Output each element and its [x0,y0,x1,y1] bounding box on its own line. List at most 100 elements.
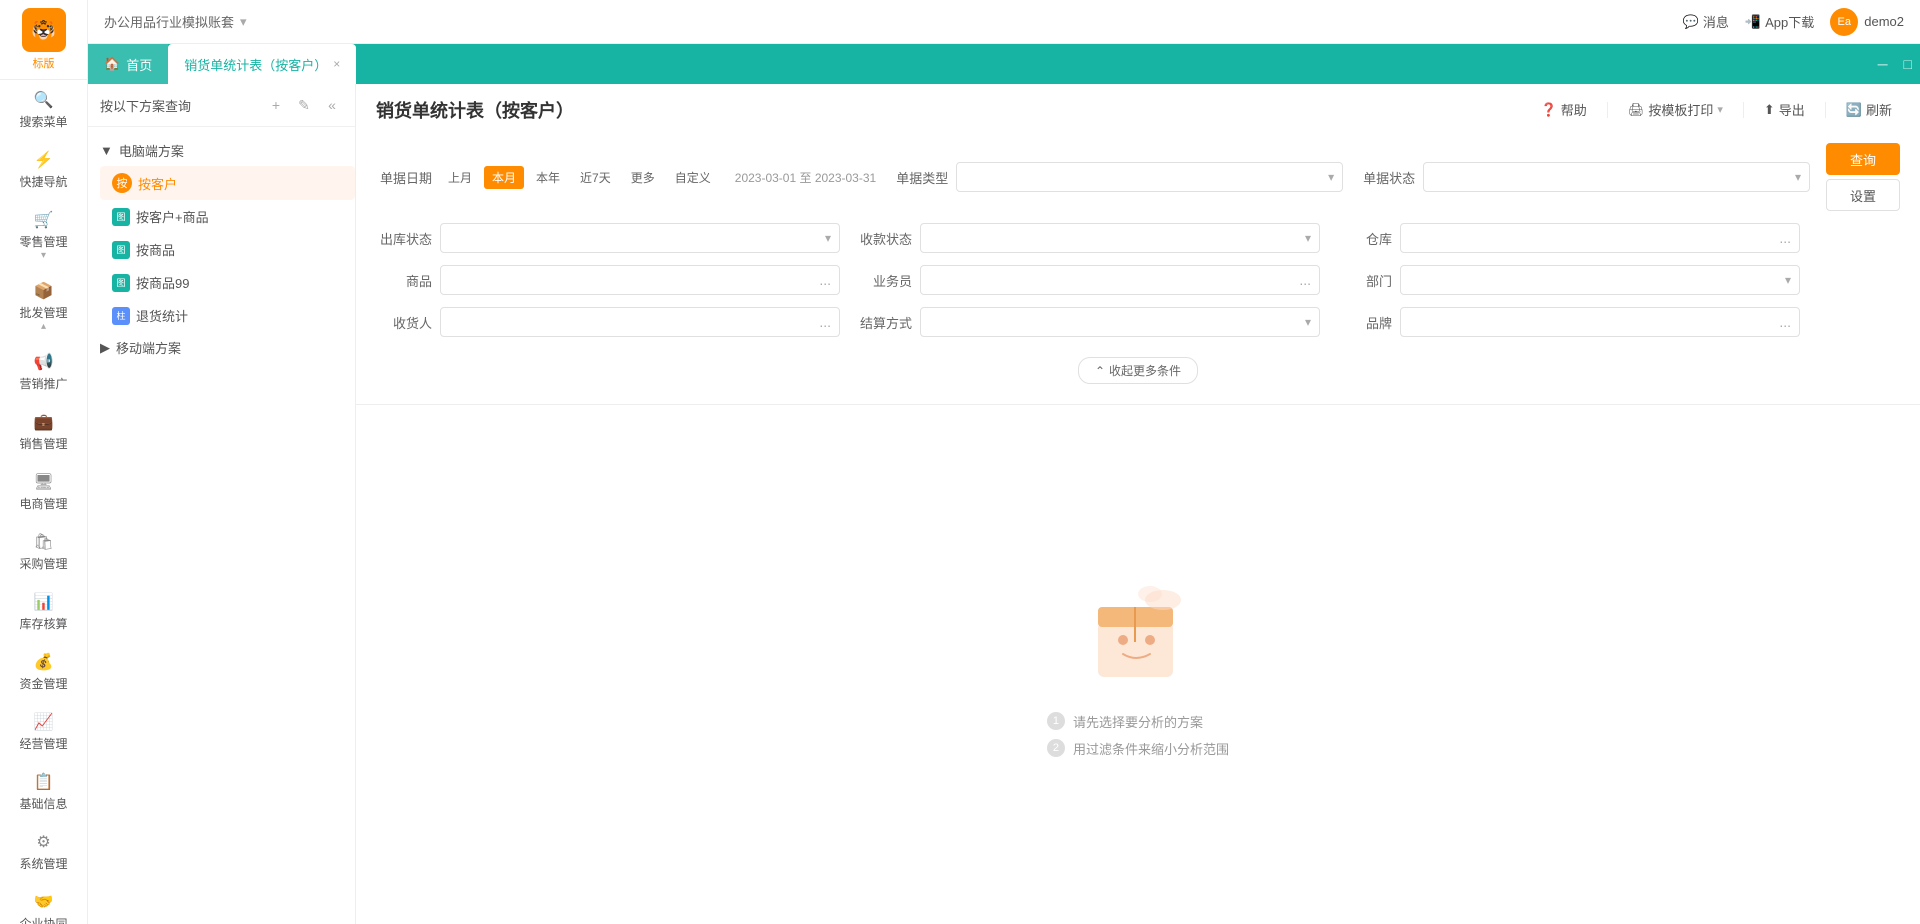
help-button[interactable]: ❓ 帮助 [1533,96,1595,123]
date-btn-this-month[interactable]: 本月 [484,166,524,189]
tree-group-label: 电脑端方案 [119,141,184,160]
sidebar-item-quicknav[interactable]: ⚡ 快捷导航 [0,140,87,200]
sidebar-item-label: 批发管理 [19,304,67,321]
date-btn-this-year[interactable]: 本年 [528,166,568,189]
tree-group-desktop-header[interactable]: ▼ 电脑端方案 [88,135,355,166]
tree-item-by-goods99[interactable]: 图 按商品99 [100,266,355,299]
tab-home[interactable]: 🏠 首页 [88,44,168,84]
empty-hints: 1 请先选择要分析的方案 2 用过滤条件来缩小分析范围 [1047,712,1229,758]
sidebar-item-marketing[interactable]: 📢 营销推广 [0,342,87,402]
sidebar-item-basic[interactable]: 📋 基础信息 [0,762,87,822]
warehouse-dots[interactable]: ... [1779,230,1791,246]
biz-icon: 📈 [34,712,54,732]
doc-type-select[interactable]: ▾ [956,162,1343,192]
sidebar-item-retail[interactable]: 🛒 零售管理 ▾ [0,200,87,271]
empty-state: 1 请先选择要分析的方案 2 用过滤条件来缩小分析范围 [356,405,1920,924]
tab-close-icon[interactable]: × [333,57,340,71]
collect-status-select[interactable]: ▾ [920,223,1320,253]
goods-dots[interactable]: ... [819,272,831,288]
sidebar-item-finance[interactable]: 💰 资金管理 [0,642,87,702]
date-label: 单据日期 [376,168,432,187]
print-label: 按模板打印 [1648,100,1713,119]
window-minimize-button[interactable]: ─ [1870,56,1896,72]
tree-item-by-customer-goods[interactable]: 图 按客户+商品 [100,200,355,233]
sidebar-item-search[interactable]: 🔍 搜索菜单 [0,80,87,140]
sidebar-item-inventory[interactable]: 📊 库存核算 [0,582,87,642]
user-profile-button[interactable]: Ea demo2 [1830,8,1904,36]
tree-item-by-goods[interactable]: 图 按商品 [100,233,355,266]
sidebar-item-label: 经营管理 [19,735,67,752]
settle-select[interactable]: ▾ [920,307,1320,337]
message-button[interactable]: 💬 消息 [1683,12,1729,31]
date-range: 2023-03-01 至 2023-03-31 [735,169,876,186]
receiver-dots[interactable]: ... [819,314,831,330]
content-area: 按以下方案查询 + ✎ « ▼ 电脑端方案 按 按客户 [88,84,1920,924]
brand-dots[interactable]: ... [1779,314,1791,330]
hint-text-1: 请先选择要分析的方案 [1073,712,1203,731]
date-btn-custom[interactable]: 自定义 [667,166,719,189]
goods-select[interactable]: ... [440,265,840,295]
tree-item-return-stats[interactable]: 柱 退货统计 [100,299,355,332]
left-panel-title: 按以下方案查询 [100,96,257,115]
filter-col-date: 单据日期 上月 本月 本年 近7天 更多 自定义 2023-03-01 至 20… [376,166,876,189]
avatar-initials: Ea [1838,16,1851,28]
dept-label: 部门 [1336,271,1392,290]
edit-scheme-button[interactable]: ✎ [293,94,315,116]
date-btn-7days[interactable]: 近7天 [572,166,619,189]
date-btn-more[interactable]: 更多 [623,166,663,189]
tree-children-desktop: 按 按客户 图 按客户+商品 图 按商品 图 按 [88,166,355,332]
avatar: Ea [1830,8,1858,36]
sidebar-item-biz[interactable]: 📈 经营管理 [0,702,87,762]
marketing-icon: 📢 [34,352,54,372]
retail-icon: 🛒 [34,210,54,230]
sidebar-item-corp[interactable]: 🤝 企业协同 [0,882,87,924]
filter-col-out-status: 出库状态 ▾ [376,223,840,253]
brand-select[interactable]: ... [1400,307,1800,337]
window-maximize-button[interactable]: □ [1896,56,1920,72]
staff-select[interactable]: ... [920,265,1320,295]
page-title: 销货单统计表（按客户） [376,97,1533,123]
download-icon: 📲 [1745,14,1761,30]
sidebar-item-sales[interactable]: 💼 销售管理 [0,402,87,462]
print-button[interactable]: 🖨 按模板打印 ▾ [1620,96,1731,123]
sidebar-item-wholesale[interactable]: 📦 批发管理 ▴ [0,271,87,342]
sidebar-item-label: 企业协同 [19,915,67,924]
topbar-arrow-icon[interactable]: ▾ [240,14,247,30]
export-button[interactable]: ⬆ 导出 [1756,96,1813,123]
collapse-button[interactable]: ⌃ 收起更多条件 [1078,357,1198,384]
tree-item-by-customer[interactable]: 按 按客户 [100,166,355,200]
filter-col-dept: 部门 ▾ [1336,265,1800,295]
doc-status-select[interactable]: ▾ [1423,162,1810,192]
sidebar-item-ecom[interactable]: 🖥 电商管理 [0,462,87,522]
settle-arrow-icon: ▾ [1305,315,1311,329]
brand-label: 品牌 [1336,313,1392,332]
tabbar: 🏠 首页 销货单统计表（按客户） × ─ □ [88,44,1920,84]
by-goods99-icon: 图 [112,274,130,292]
date-btn-last-month[interactable]: 上月 [440,166,480,189]
expand-arrow-icon: ▾ [41,250,46,261]
action-divider2 [1743,102,1744,118]
dept-select[interactable]: ▾ [1400,265,1800,295]
refresh-button[interactable]: 🔄 刷新 [1838,96,1900,123]
sidebar-item-purchase[interactable]: 🛍 采购管理 [0,522,87,582]
tree-group-mobile-header[interactable]: ▶ 移动端方案 [88,332,355,363]
add-scheme-button[interactable]: + [265,94,287,116]
by-customer-goods-icon: 图 [112,208,130,226]
tree-group-arrow-icon: ▶ [100,340,110,356]
page-header: 销货单统计表（按客户） ❓ 帮助 🖨 按模板打印 ▾ ⬆ [356,84,1920,131]
tab-sales-stats[interactable]: 销货单统计表（按客户） × [168,44,356,84]
hint-text-2: 用过滤条件来缩小分析范围 [1073,739,1229,758]
receiver-select[interactable]: ... [440,307,840,337]
query-button[interactable]: 查询 [1826,143,1900,175]
sidebar-item-system[interactable]: ⚙ 系统管理 [0,822,87,882]
collapse-panel-button[interactable]: « [321,94,343,116]
warehouse-select[interactable]: ... [1400,223,1800,253]
sidebar-logo[interactable]: 🐯 标版 [0,0,87,80]
filter-col-brand: 品牌 ... [1336,307,1800,337]
filter-col-doc-status: 单据状态 ▾ [1359,162,1810,192]
sidebar-item-label: 采购管理 [19,555,67,572]
staff-dots[interactable]: ... [1299,272,1311,288]
out-status-select[interactable]: ▾ [440,223,840,253]
setting-button[interactable]: 设置 [1826,179,1900,211]
app-download-button[interactable]: 📲 App下载 [1745,12,1814,31]
